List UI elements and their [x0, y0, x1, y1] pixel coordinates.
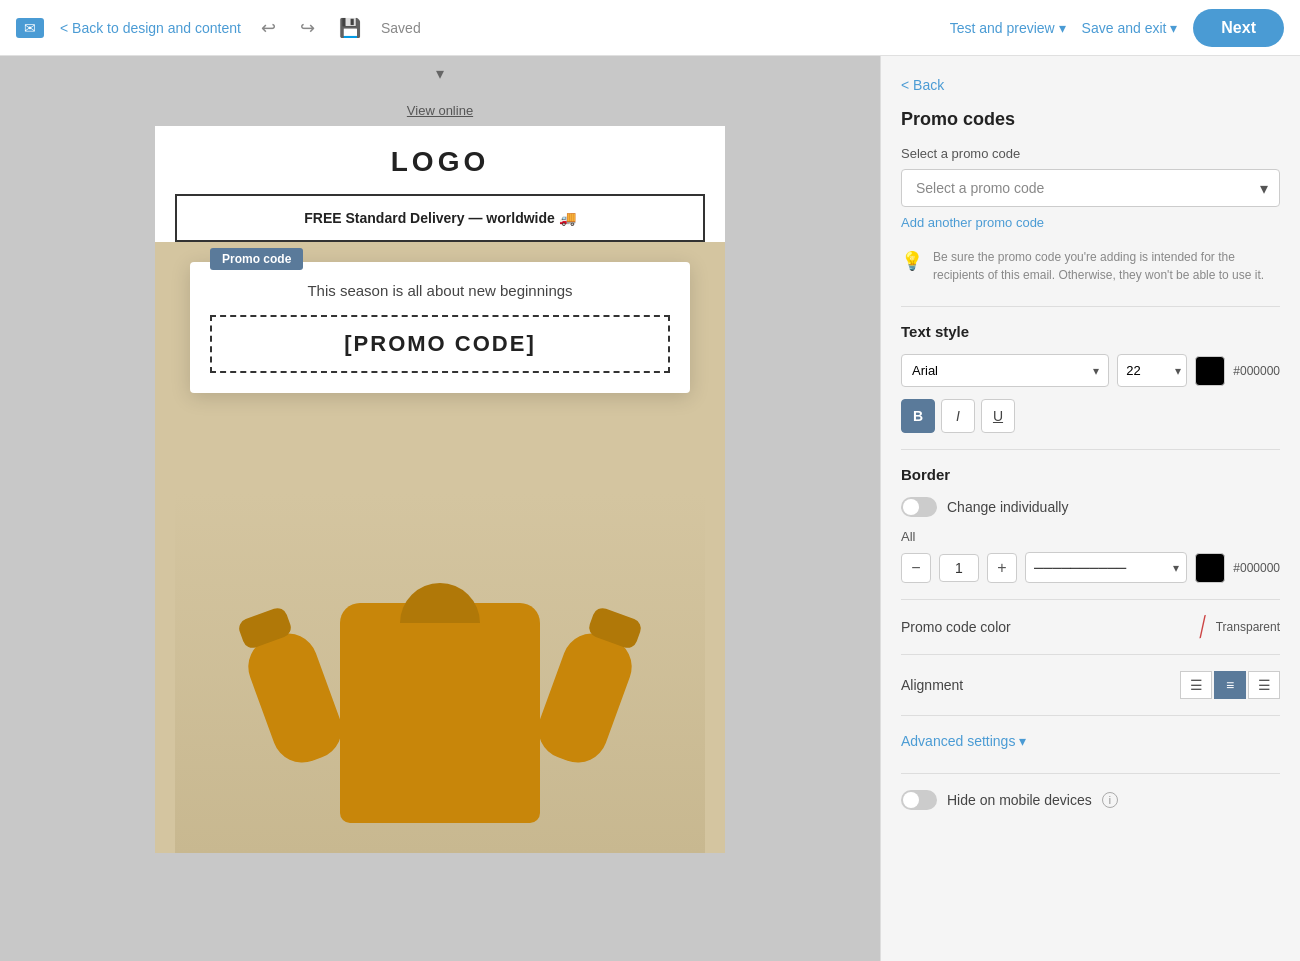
info-text: Be sure the promo code you're adding is …	[933, 248, 1280, 284]
view-online-link[interactable]: View online	[407, 103, 473, 118]
border-increase-button[interactable]: +	[987, 553, 1017, 583]
redo-button[interactable]: ↪	[296, 13, 319, 43]
border-title: Border	[901, 466, 1280, 483]
promo-codes-title: Promo codes	[901, 109, 1280, 130]
transparent-label: Transparent	[1216, 620, 1280, 634]
nav-right: Test and preview ▾ Save and exit ▾ Next	[950, 9, 1284, 47]
next-button[interactable]: Next	[1193, 9, 1284, 47]
bold-button[interactable]: B	[901, 399, 935, 433]
canvas-area: ▾ View online LOGO FREE Standard Deliver…	[0, 56, 880, 961]
save-icon-button[interactable]: 💾	[335, 13, 365, 43]
promo-select-wrapper: Select a promo code	[901, 169, 1280, 207]
format-row: B I U	[901, 399, 1280, 433]
font-color-swatch[interactable]	[1195, 356, 1225, 386]
change-individually-label: Change individually	[947, 499, 1068, 515]
border-style-wrapper: ──────────	[1025, 552, 1187, 583]
view-online-bar: View online	[0, 91, 880, 126]
sweater-shape	[300, 523, 580, 823]
divider-3	[901, 599, 1280, 600]
border-style-select[interactable]: ──────────	[1025, 552, 1187, 583]
hide-mobile-toggle[interactable]	[901, 790, 937, 810]
divider-1	[901, 306, 1280, 307]
email-logo: LOGO	[155, 126, 725, 194]
test-preview-button[interactable]: Test and preview ▾	[950, 20, 1066, 36]
all-label: All	[901, 529, 1280, 544]
main-layout: ▾ View online LOGO FREE Standard Deliver…	[0, 56, 1300, 961]
nav-left: < Back to design and content ↩ ↪ 💾 Saved	[16, 13, 421, 43]
alignment-label: Alignment	[901, 677, 963, 693]
select-promo-label: Select a promo code	[901, 146, 1280, 161]
promo-color-row: Promo code color ╱ Transparent	[901, 616, 1280, 638]
align-right-button[interactable]: ☰	[1248, 671, 1280, 699]
email-icon	[16, 18, 44, 38]
hide-mobile-row: Hide on mobile devices i	[901, 790, 1280, 810]
email-preview: LOGO FREE Standard Delivery — worldwide …	[155, 126, 725, 853]
hide-mobile-info-icon[interactable]: i	[1102, 792, 1118, 808]
border-section: Border Change individually All − 1 + ───…	[901, 466, 1280, 583]
logo-text: LOGO	[391, 146, 489, 177]
promo-code-select[interactable]: Select a promo code	[901, 169, 1280, 207]
border-color-label: #000000	[1233, 561, 1280, 575]
panel-back-link[interactable]: < Back	[901, 77, 944, 93]
delivery-bar: FREE Standard Delivery — worldwide 🚚	[175, 194, 705, 242]
undo-button[interactable]: ↩	[257, 13, 280, 43]
alignment-row: Alignment ☰ ≡ ☰	[901, 671, 1280, 699]
email-hero: SPRING is HERE! This season is all about…	[155, 242, 725, 853]
save-exit-button[interactable]: Save and exit ▾	[1082, 20, 1178, 36]
add-promo-link[interactable]: Add another promo code	[901, 215, 1280, 230]
divider-2	[901, 449, 1280, 450]
text-style-title: Text style	[901, 323, 1280, 340]
promo-code-display: [PROMO CODE]	[210, 315, 670, 373]
hide-mobile-label: Hide on mobile devices	[947, 792, 1092, 808]
promo-description: This season is all about new beginnings	[210, 282, 670, 299]
chevron-down-icon[interactable]: ▾	[436, 64, 444, 83]
right-panel: < Back Promo codes Select a promo code S…	[880, 56, 1300, 961]
italic-button[interactable]: I	[941, 399, 975, 433]
align-left-button[interactable]: ☰	[1180, 671, 1212, 699]
align-center-button[interactable]: ≡	[1214, 671, 1246, 699]
info-box: 💡 Be sure the promo code you're adding i…	[901, 246, 1280, 286]
saved-label: Saved	[381, 20, 421, 36]
border-decrease-button[interactable]: −	[901, 553, 931, 583]
sweater-body	[340, 603, 540, 823]
sweater-neck	[400, 583, 480, 623]
divider-5	[901, 715, 1280, 716]
font-size-select[interactable]: 22	[1117, 354, 1187, 387]
font-family-select[interactable]: Arial	[901, 354, 1109, 387]
promo-tag: Promo code	[210, 248, 303, 270]
font-row: Arial 22 #000000	[901, 354, 1280, 387]
lightbulb-icon: 💡	[901, 250, 923, 272]
border-value: 1	[939, 554, 979, 582]
advanced-settings-link[interactable]: Advanced settings ▾	[901, 733, 1026, 749]
sweater-image	[175, 493, 705, 853]
change-individually-row: Change individually	[901, 497, 1280, 517]
border-color-swatch[interactable]	[1195, 553, 1225, 583]
underline-button[interactable]: U	[981, 399, 1015, 433]
promo-color-right: ╱ Transparent	[1197, 616, 1280, 638]
transparent-slash-icon[interactable]: ╱	[1194, 615, 1210, 639]
top-nav: < Back to design and content ↩ ↪ 💾 Saved…	[0, 0, 1300, 56]
back-link[interactable]: < Back to design and content	[60, 20, 241, 36]
border-controls-row: − 1 + ────────── #000000	[901, 552, 1280, 583]
divider-6	[901, 773, 1280, 774]
divider-4	[901, 654, 1280, 655]
change-individually-toggle[interactable]	[901, 497, 937, 517]
alignment-buttons: ☰ ≡ ☰	[1180, 671, 1280, 699]
font-size-wrapper: 22	[1117, 354, 1187, 387]
promo-color-label: Promo code color	[901, 619, 1011, 635]
promo-overlay: Promo code This season is all about new …	[190, 262, 690, 393]
font-select-wrapper: Arial	[901, 354, 1109, 387]
font-color-label: #000000	[1233, 364, 1280, 378]
